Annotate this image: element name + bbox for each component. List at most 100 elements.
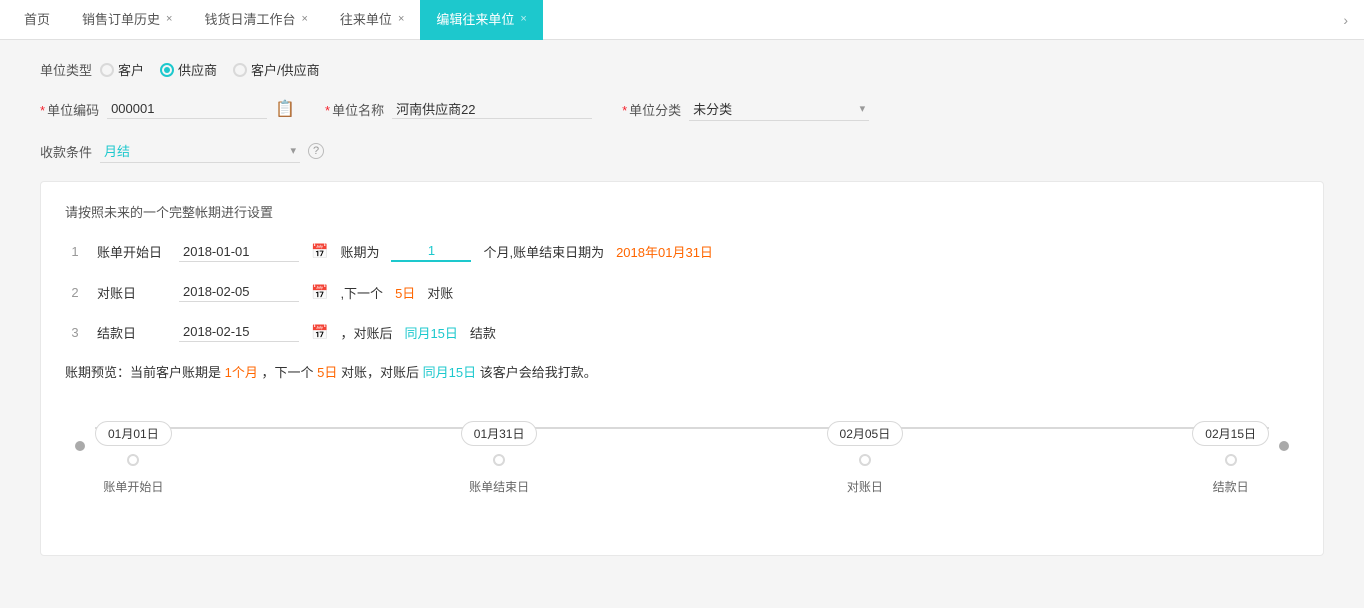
preview-text: 账期预览：当前客户账期是 1个月 ，下一个 5日 对账，对账后 同月15日 该客…: [65, 362, 1299, 381]
row-2-label: 对账日: [97, 283, 167, 302]
tabs-bar: 首页 销售订单历史 × 钱货日清工作台 × 往来单位 × 编辑往来单位 × ›: [0, 0, 1364, 40]
tab-home-label: 首页: [24, 9, 50, 28]
settings-title: 请按照未来的一个完整帐期进行设置: [65, 202, 1299, 221]
name-input[interactable]: [392, 99, 592, 119]
tab-partners-close[interactable]: ×: [398, 13, 404, 25]
payment-value: 月结: [104, 141, 130, 160]
tab-sales-history-label: 销售订单历史: [82, 9, 160, 28]
radio-customer[interactable]: 客户: [100, 60, 144, 79]
category-label: *单位分类: [622, 100, 681, 119]
row-1-end-date: 2018年01月31日: [616, 242, 713, 261]
row-3-desc-prefix: ，对账后: [340, 323, 392, 342]
category-arrow-icon: ▾: [860, 102, 866, 115]
payment-help-icon[interactable]: ?: [308, 143, 324, 159]
code-label: *单位编码: [40, 100, 99, 119]
row-2-desc-suffix: 对账: [427, 283, 453, 302]
radio-supplier-circle: [160, 63, 174, 77]
tab-edit-partner-label: 编辑往来单位: [436, 9, 514, 28]
code-calendar-icon[interactable]: 📋: [275, 99, 295, 119]
settings-row-2: 2 对账日 📅 ,下一个 5日 对账: [65, 282, 1299, 302]
timeline-date-4: 02月15日: [1192, 421, 1269, 446]
row-3-desc-highlight: 同月15日: [404, 323, 457, 342]
code-input[interactable]: [107, 99, 267, 119]
payment-row: 收款条件 月结 ▾ ?: [40, 139, 1324, 163]
row-3-desc-suffix: 结款: [470, 323, 496, 342]
row-1-period-suffix: 个月,账单结束日期为: [483, 242, 604, 261]
row-2-calendar-icon[interactable]: 📅: [311, 284, 328, 301]
row-3-date-input[interactable]: [179, 322, 299, 342]
category-value: 未分类: [693, 99, 732, 118]
tab-cash-work[interactable]: 钱货日清工作台 ×: [188, 0, 323, 40]
timeline-date-2: 01月31日: [461, 421, 538, 446]
timeline-label-4: 结款日: [1213, 478, 1249, 495]
name-label: *单位名称: [325, 100, 384, 119]
timeline-point-1: 01月01日 账单开始日: [95, 421, 172, 495]
tab-home[interactable]: 首页: [8, 0, 66, 40]
radio-customer-label: 客户: [118, 60, 144, 79]
row-2-desc-prefix: ,下一个: [340, 283, 383, 302]
radio-group: 客户 供应商 客户/供应商: [100, 60, 320, 79]
unit-type-label: 单位类型: [40, 60, 92, 79]
preview-highlight3: 同月15日: [423, 365, 476, 380]
timeline-label-3: 对账日: [847, 478, 883, 495]
row-1-label: 账单开始日: [97, 242, 167, 261]
preview-highlight1: 1个月: [225, 365, 258, 380]
timeline-date-1: 01月01日: [95, 421, 172, 446]
timeline-label-1: 账单开始日: [103, 478, 163, 495]
payment-field: 收款条件 月结 ▾ ?: [40, 139, 324, 163]
tab-partners-label: 往来单位: [340, 9, 392, 28]
category-star: *: [622, 103, 627, 118]
unit-type-field: 单位类型 客户 供应商 客户/供应商: [40, 60, 320, 79]
preview-suffix: 该客户会给我打款。: [480, 365, 597, 380]
tab-edit-partner[interactable]: 编辑往来单位 ×: [420, 0, 542, 40]
timeline-section: 01月01日 账单开始日 01月31日 账单结束日 02月05日 对账日: [65, 401, 1299, 535]
settings-box: 请按照未来的一个完整帐期进行设置 1 账单开始日 📅 账期为 个月,账单结束日期…: [40, 181, 1324, 556]
page-content: 单位类型 客户 供应商 客户/供应商 *单位编码: [0, 40, 1364, 608]
code-name-category-row: *单位编码 📋 *单位名称 *单位分类 未分类 ▾: [40, 97, 1324, 121]
row-1-period-input[interactable]: [391, 241, 471, 262]
payment-label: 收款条件: [40, 142, 92, 161]
radio-both[interactable]: 客户/供应商: [233, 60, 320, 79]
settings-row-1: 1 账单开始日 📅 账期为 个月,账单结束日期为 2018年01月31日: [65, 241, 1299, 262]
unit-type-row: 单位类型 客户 供应商 客户/供应商: [40, 60, 1324, 79]
category-field: *单位分类 未分类 ▾: [622, 97, 869, 121]
row-3-num: 3: [65, 325, 85, 340]
radio-customer-circle: [100, 63, 114, 77]
timeline-point-4: 02月15日 结款日: [1192, 421, 1269, 495]
row-1-date-input[interactable]: [179, 242, 299, 262]
row-1-calendar-icon[interactable]: 📅: [311, 243, 328, 260]
timeline-point-2: 01月31日 账单结束日: [461, 421, 538, 495]
preview-prefix: 账期预览：当前客户账期是: [65, 365, 221, 380]
category-select[interactable]: 未分类 ▾: [689, 97, 869, 121]
preview-middle2: 对账，对账后: [341, 365, 419, 380]
timeline-date-3: 02月05日: [827, 421, 904, 446]
tab-cash-work-label: 钱货日清工作台: [204, 9, 295, 28]
name-star: *: [325, 103, 330, 118]
row-1-period-prefix: 账期为: [340, 242, 379, 261]
tab-edit-partner-close[interactable]: ×: [520, 13, 526, 25]
code-field: *单位编码 📋: [40, 99, 295, 119]
tab-partners[interactable]: 往来单位 ×: [324, 0, 420, 40]
radio-supplier[interactable]: 供应商: [160, 60, 217, 79]
row-3-calendar-icon[interactable]: 📅: [311, 324, 328, 341]
timeline-label-2: 账单结束日: [469, 478, 529, 495]
preview-highlight2: 5日: [317, 365, 337, 380]
preview-middle1: ，下一个: [262, 365, 314, 380]
tab-cash-work-close[interactable]: ×: [301, 13, 307, 25]
row-1-num: 1: [65, 244, 85, 259]
row-3-label: 结款日: [97, 323, 167, 342]
row-2-num: 2: [65, 285, 85, 300]
timeline-point-3: 02月05日 对账日: [827, 421, 904, 495]
code-star: *: [40, 103, 45, 118]
name-field: *单位名称: [325, 99, 592, 119]
settings-row-3: 3 结款日 📅 ，对账后 同月15日 结款: [65, 322, 1299, 342]
payment-select[interactable]: 月结 ▾: [100, 139, 300, 163]
row-2-desc-highlight: 5日: [395, 283, 415, 302]
tab-sales-history-close[interactable]: ×: [166, 13, 172, 25]
radio-both-label: 客户/供应商: [251, 60, 320, 79]
tab-sales-history[interactable]: 销售订单历史 ×: [66, 0, 188, 40]
row-2-date-input[interactable]: [179, 282, 299, 302]
radio-both-circle: [233, 63, 247, 77]
tabs-arrow[interactable]: ›: [1335, 12, 1356, 28]
radio-supplier-label: 供应商: [178, 60, 217, 79]
